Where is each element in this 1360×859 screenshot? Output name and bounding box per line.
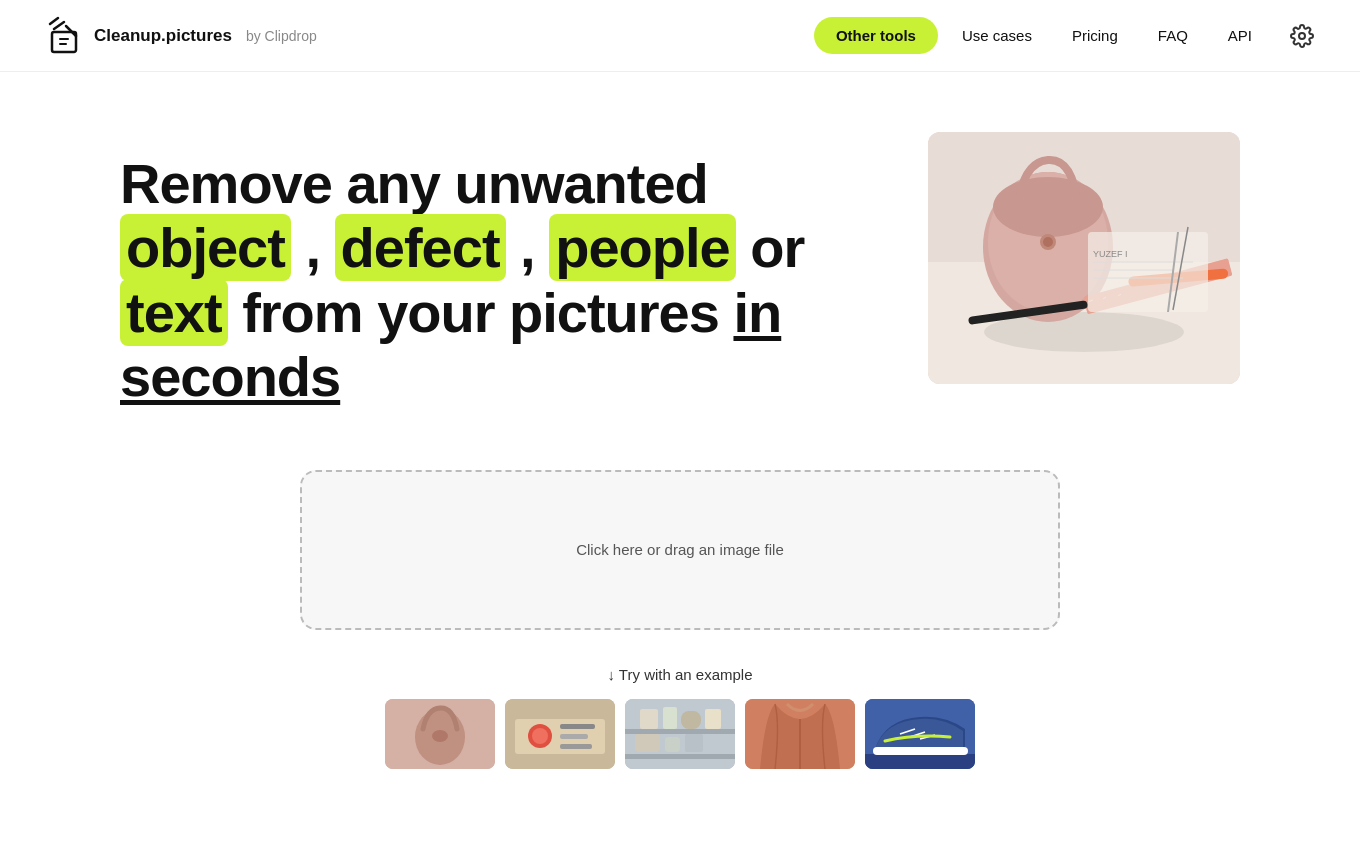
hero-image: YUZEF I: [928, 132, 1240, 384]
thumb-1-image: [385, 699, 495, 769]
svg-rect-42: [681, 711, 701, 729]
api-link[interactable]: API: [1212, 19, 1268, 52]
brand-name: Cleanup.pictures: [94, 26, 232, 46]
svg-point-33: [532, 728, 548, 744]
try-example-text: ↓ Try with an example: [607, 666, 752, 683]
thumb-2-image: [505, 699, 615, 769]
highlight-object: object: [120, 214, 291, 281]
svg-rect-46: [685, 734, 703, 752]
example-thumb-1[interactable]: [385, 699, 495, 769]
svg-rect-49: [865, 754, 975, 769]
svg-line-1: [54, 22, 64, 29]
logo-icon: [40, 14, 84, 58]
upload-placeholder: Click here or drag an image file: [576, 541, 784, 558]
example-thumb-3[interactable]: [625, 699, 735, 769]
svg-rect-44: [635, 734, 660, 752]
pricing-link[interactable]: Pricing: [1056, 19, 1134, 52]
highlight-people: people: [549, 214, 735, 281]
svg-point-11: [993, 177, 1103, 237]
svg-point-5: [1299, 33, 1305, 39]
svg-rect-2: [52, 32, 76, 52]
svg-point-29: [432, 730, 448, 742]
navbar: Cleanup.pictures by Clipdrop Other tools…: [0, 0, 1360, 72]
faq-link[interactable]: FAQ: [1142, 19, 1204, 52]
comma2: ,: [506, 216, 550, 279]
svg-rect-43: [705, 709, 721, 729]
nav-links: Other tools Use cases Pricing FAQ API: [814, 17, 1320, 54]
svg-rect-41: [663, 707, 677, 729]
use-cases-link[interactable]: Use cases: [946, 19, 1048, 52]
hero-heading: Remove any unwanted object , defect , pe…: [120, 152, 840, 410]
svg-rect-40: [640, 709, 658, 729]
settings-button[interactable]: [1284, 18, 1320, 54]
from-text: from your pictures: [228, 281, 734, 344]
main-content: Remove any unwanted object , defect , pe…: [0, 72, 1360, 769]
logo-link[interactable]: Cleanup.pictures by Clipdrop: [40, 14, 317, 58]
svg-rect-20: [1088, 232, 1208, 312]
svg-rect-50: [873, 747, 968, 755]
example-thumb-2[interactable]: [505, 699, 615, 769]
highlight-text: text: [120, 279, 228, 346]
hero-section: Remove any unwanted object , defect , pe…: [80, 132, 1280, 410]
example-thumb-4[interactable]: [745, 699, 855, 769]
thumb-5-image: [865, 699, 975, 769]
svg-line-0: [50, 18, 58, 24]
or-text: or: [736, 216, 805, 279]
other-tools-button[interactable]: Other tools: [814, 17, 938, 54]
comma1: ,: [291, 216, 335, 279]
svg-point-13: [1043, 237, 1053, 247]
try-example-label: ↓ Try with an example: [607, 666, 752, 683]
gear-icon: [1290, 24, 1314, 48]
svg-rect-35: [560, 734, 588, 739]
thumb-3-image: [625, 699, 735, 769]
heading-part1: Remove any unwanted: [120, 152, 708, 215]
brand-by: by Clipdrop: [246, 28, 317, 44]
svg-rect-36: [560, 744, 592, 749]
highlight-defect: defect: [335, 214, 506, 281]
upload-section: Click here or drag an image file: [300, 470, 1060, 630]
svg-rect-38: [625, 729, 735, 734]
svg-text:YUZEF I: YUZEF I: [1093, 249, 1128, 259]
hero-image-svg: YUZEF I: [928, 132, 1240, 384]
example-thumb-5[interactable]: [865, 699, 975, 769]
hero-text: Remove any unwanted object , defect , pe…: [120, 132, 840, 410]
svg-rect-45: [665, 737, 680, 752]
example-thumbnails: [385, 699, 975, 769]
upload-dropzone[interactable]: Click here or drag an image file: [300, 470, 1060, 630]
svg-rect-39: [625, 754, 735, 759]
thumb-4-image: [745, 699, 855, 769]
svg-rect-34: [560, 724, 595, 729]
examples-section: ↓ Try with an example: [300, 666, 1060, 769]
